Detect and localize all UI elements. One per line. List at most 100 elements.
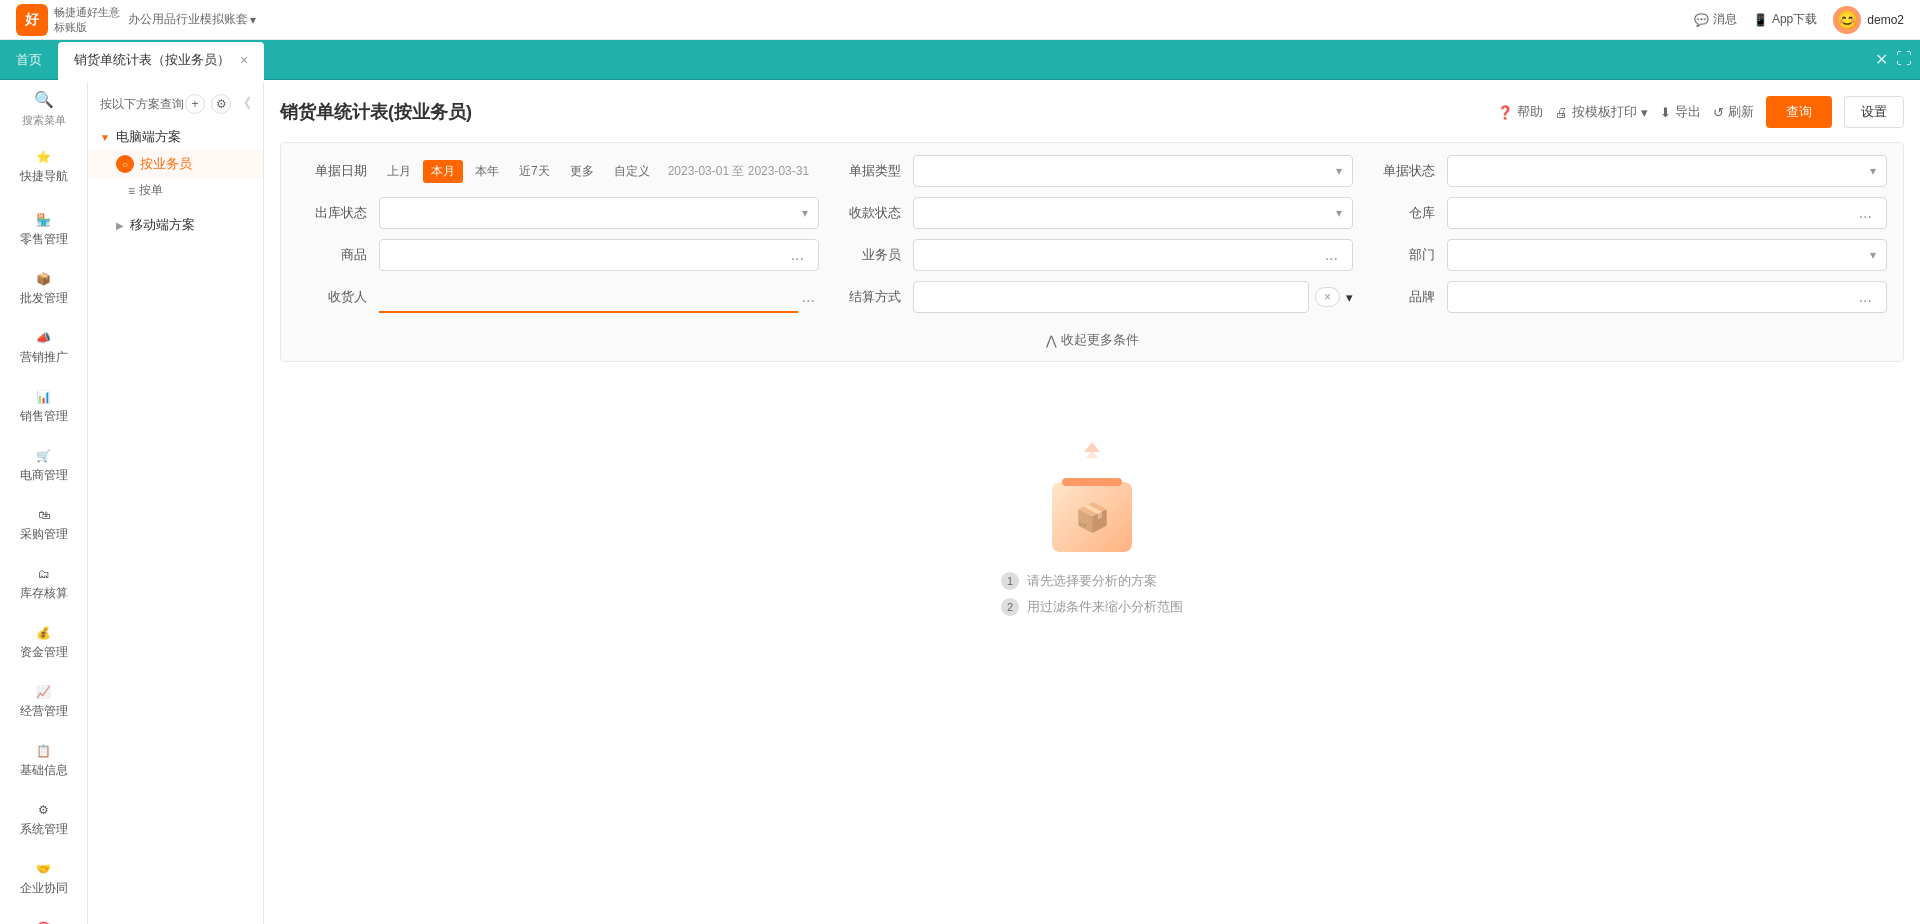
sidebar-item-finance[interactable]: 💰 资金管理 [0, 614, 87, 673]
section-mobile-label: 移动端方案 [130, 216, 195, 234]
retail-icon: 🏪 [36, 213, 51, 227]
doc-type-select[interactable]: ▾ [913, 155, 1353, 187]
export-btn[interactable]: ⬇ 导出 [1660, 103, 1701, 121]
scheme-settings-btn[interactable]: ⚙ [211, 94, 231, 114]
empty-illustration: 📦 [1032, 442, 1152, 552]
message-btn[interactable]: 💬 消息 [1694, 11, 1737, 28]
system-icon: ⚙ [38, 803, 49, 817]
sidebar-item-sales[interactable]: 📊 销售管理 [0, 378, 87, 437]
sidebar-item-marketing[interactable]: 📣 营销推广 [0, 319, 87, 378]
empty-hint-2: 2 用过滤条件来缩小分析范围 [1001, 598, 1183, 616]
sidebar-item-newuser[interactable]: 🎯 新手引导 [0, 909, 87, 924]
doc-type-label: 单据类型 [831, 162, 901, 180]
mobile-arrow-icon: ▶ [116, 220, 124, 231]
date-range-display: 2023-03-01 至 2023-03-31 [668, 163, 809, 180]
scheme-item-by-staff[interactable]: ○ 按业务员 [88, 150, 263, 178]
dept-select[interactable]: ▾ [1447, 239, 1887, 271]
query-btn[interactable]: 查询 [1766, 96, 1832, 128]
sidebar-item-enterprise[interactable]: 🤝 企业协同 [0, 850, 87, 909]
goods-select[interactable]: ... [379, 239, 819, 271]
date-tab-this-year[interactable]: 本年 [467, 160, 507, 183]
sidebar-item-basic[interactable]: 📋 基础信息 [0, 732, 87, 791]
scheme-header: 按以下方案查询 + ⚙ 《 [88, 88, 263, 120]
print-icon: 🖨 [1555, 105, 1568, 120]
scheme-collapse-btn[interactable]: 《 [237, 95, 251, 113]
collapse-btn[interactable]: ⋀ 收起更多条件 [297, 323, 1887, 349]
template-print-btn[interactable]: 🖨 按模板打印 ▾ [1555, 103, 1648, 121]
main-layout: 🔍 搜索菜单 ⭐ 快捷导航 🏪 零售管理 📦 批发管理 📣 营销推广 📊 销售管… [0, 80, 1920, 924]
sidebar-item-retail[interactable]: 🏪 零售管理 [0, 201, 87, 260]
sidebar-item-purchase[interactable]: 🛍 采购管理 [0, 496, 87, 555]
staff-dots[interactable]: ... [1321, 246, 1342, 264]
sidebar-item-operations[interactable]: 📈 经营管理 [0, 673, 87, 732]
sidebar-item-ecommerce[interactable]: 🛒 电商管理 [0, 437, 87, 496]
settlement-tag-remove[interactable]: × [1324, 290, 1331, 304]
app-download-btn[interactable]: 📱 App下载 [1753, 11, 1817, 28]
sidebar-search-btn[interactable]: 🔍 搜索菜单 [0, 80, 87, 138]
tab-close-icon[interactable]: × [240, 52, 248, 68]
help-btn[interactable]: ❓ 帮助 [1497, 103, 1543, 121]
chevron-left-icon: 《 [237, 95, 251, 111]
empty-arrows [1084, 442, 1100, 458]
consignee-input[interactable] [379, 281, 798, 313]
refresh-btn[interactable]: ↺ 刷新 [1713, 103, 1754, 121]
warehouse-label: 仓库 [1365, 204, 1435, 222]
logo-area: 好 畅捷通好生意 标账版 [16, 4, 120, 36]
top-bar-left: 好 畅捷通好生意 标账版 办公用品行业模拟账套 ▾ [16, 4, 256, 36]
brand-dots[interactable]: ... [1855, 288, 1876, 306]
goods-dots[interactable]: ... [787, 246, 808, 264]
page-title-row: 销货单统计表(按业务员) ❓ 帮助 🖨 按模板打印 ▾ ⬇ 导出 [280, 96, 1904, 128]
brand-select[interactable]: ... [1447, 281, 1887, 313]
tab-home[interactable]: 首页 [0, 40, 58, 80]
warehouse-control: ... [1447, 197, 1887, 229]
payment-status-label: 收款状态 [831, 204, 901, 222]
doc-status-control: ▾ [1447, 155, 1887, 187]
date-tabs: 上月 本月 本年 近7天 更多 自定义 2023-03-01 至 2023-03… [379, 160, 809, 183]
basic-icon: 📋 [36, 744, 51, 758]
export-icon: ⬇ [1660, 105, 1671, 120]
scheme-section-desktop-header[interactable]: ▼ 电脑端方案 [88, 124, 263, 150]
close-window-icon[interactable]: ✕ [1875, 50, 1888, 69]
maximize-icon[interactable]: ⛶ [1896, 50, 1912, 69]
out-status-select[interactable]: ▾ [379, 197, 819, 229]
active-scheme-icon: ○ [116, 155, 134, 173]
consignee-dots[interactable]: ... [798, 288, 819, 306]
warehouse-select[interactable]: ... [1447, 197, 1887, 229]
date-tab-this-month[interactable]: 本月 [423, 160, 463, 183]
empty-hint-1: 1 请先选择要分析的方案 [1001, 572, 1183, 590]
scheme-item-by-order[interactable]: ≡ 按单 [88, 178, 263, 203]
sidebar-quick-nav[interactable]: ⭐ 快捷导航 [0, 138, 87, 197]
settings-btn[interactable]: 设置 [1844, 96, 1904, 128]
staff-select[interactable]: ... [913, 239, 1353, 271]
tab-sales-stat[interactable]: 销货单统计表（按业务员） × [58, 42, 264, 82]
avatar: 😊 [1833, 6, 1861, 34]
scheme-panel: 按以下方案查询 + ⚙ 《 ▼ 电脑端方案 [88, 80, 264, 924]
search-icon: 🔍 [34, 90, 54, 109]
message-icon: 💬 [1694, 13, 1709, 27]
page-actions: ❓ 帮助 🖨 按模板打印 ▾ ⬇ 导出 ↺ 刷新 [1497, 96, 1904, 128]
date-tab-custom[interactable]: 自定义 [606, 160, 658, 183]
doc-type-caret-icon: ▾ [1336, 164, 1342, 178]
refresh-icon: ↺ [1713, 105, 1724, 120]
breadcrumb-dropdown[interactable]: 办公用品行业模拟账套 ▾ [128, 11, 256, 28]
enterprise-icon: 🤝 [36, 862, 51, 876]
sidebar-item-system[interactable]: ⚙ 系统管理 [0, 791, 87, 850]
scheme-add-btn[interactable]: + [185, 94, 205, 114]
brand-control: ... [1447, 281, 1887, 313]
user-area[interactable]: 😊 demo2 [1833, 6, 1904, 34]
date-tab-last-month[interactable]: 上月 [379, 160, 419, 183]
payment-status-select[interactable]: ▾ [913, 197, 1353, 229]
warehouse-dots[interactable]: ... [1855, 204, 1876, 222]
sidebar-item-inventory[interactable]: 🗂 库存核算 [0, 555, 87, 614]
doc-status-select[interactable]: ▾ [1447, 155, 1887, 187]
scheme-section-mobile-header[interactable]: ▶ 移动端方案 [88, 211, 263, 239]
scheme-section-desktop: ▼ 电脑端方案 ○ 按业务员 ≡ 按单 [88, 120, 263, 207]
filter-row-1: 单据日期 上月 本月 本年 近7天 更多 自定义 2023-03-01 至 20… [297, 155, 1887, 187]
sidebar-item-wholesale[interactable]: 📦 批发管理 [0, 260, 87, 319]
settlement-select[interactable] [913, 281, 1309, 313]
date-tab-more[interactable]: 更多 [562, 160, 602, 183]
date-tab-7days[interactable]: 近7天 [511, 160, 558, 183]
goods-control: ... [379, 239, 819, 271]
payment-status-control: ▾ [913, 197, 1353, 229]
operations-icon: 📈 [36, 685, 51, 699]
